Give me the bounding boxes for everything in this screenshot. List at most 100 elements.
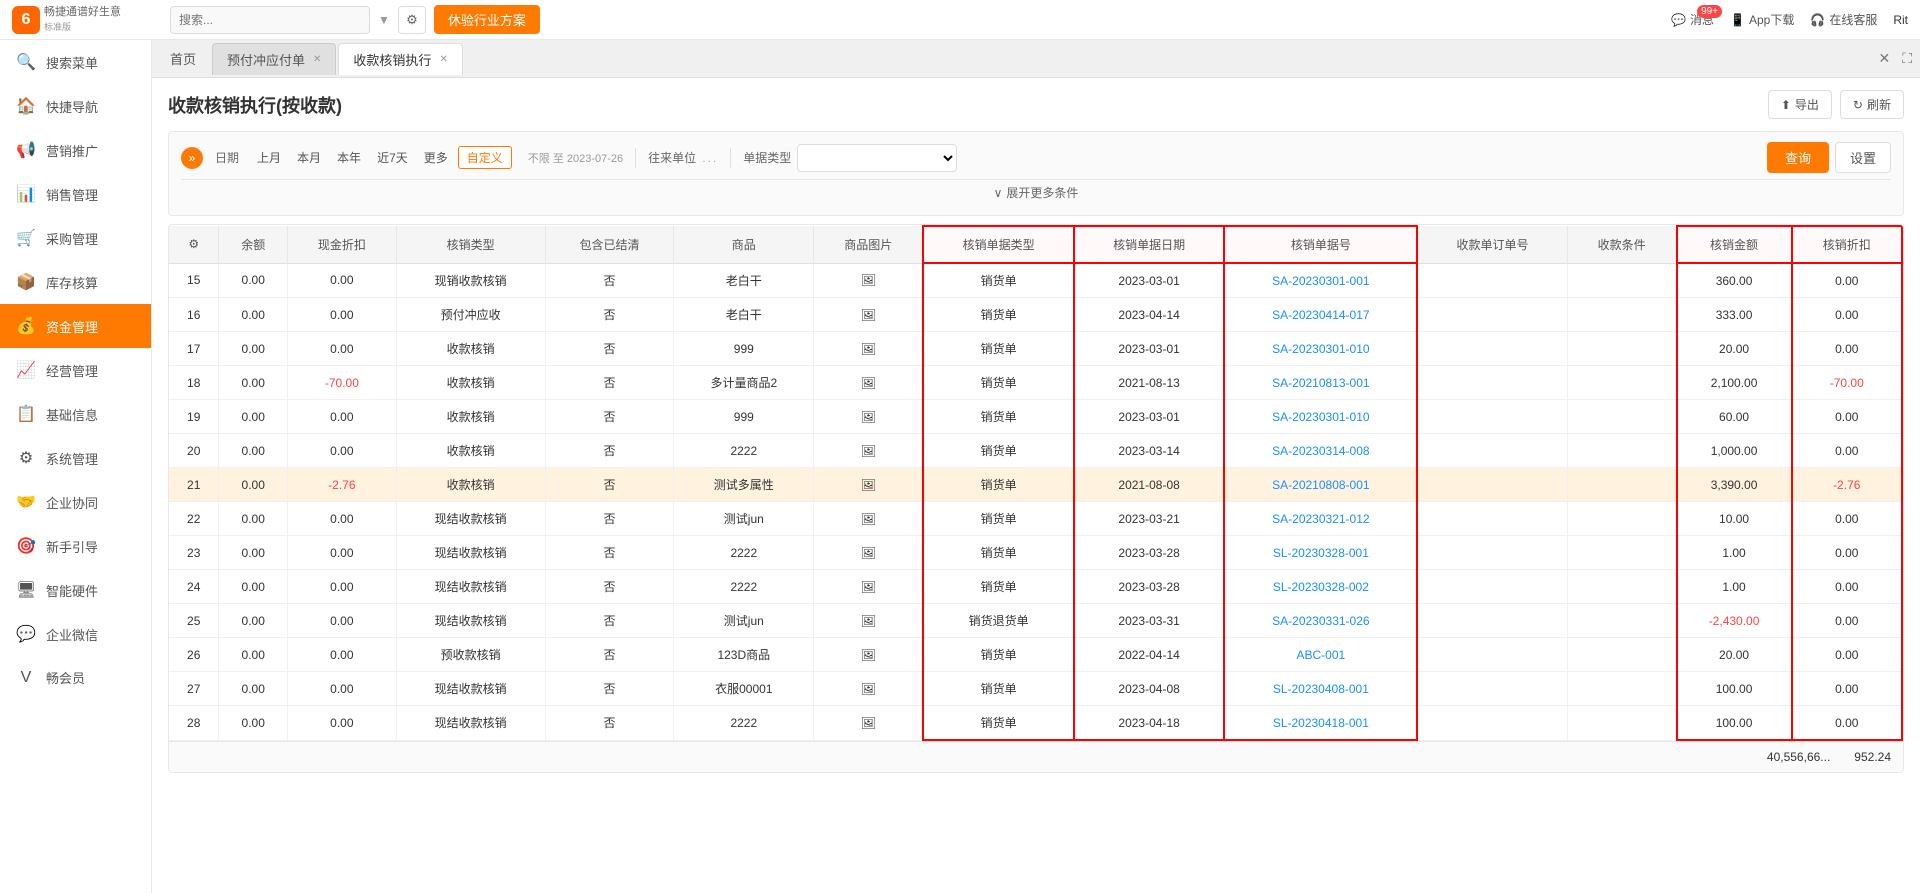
th-verify-discount: 核销折扣 (1792, 226, 1903, 263)
td-receipt-order-no (1417, 468, 1567, 502)
td-cash-discount: 0.00 (288, 263, 397, 298)
settings-gear-btn[interactable]: ⚙ (398, 6, 426, 34)
page-header: 收款核销执行(按收款) ⬆ 导出 ↻ 刷新 (168, 90, 1904, 119)
date-filter-label: 日期 (215, 149, 239, 166)
sidebar-item-guide[interactable]: 🎯 新手引导 (0, 524, 151, 568)
td-no: 26 (169, 638, 219, 672)
td-cash-discount: 0.00 (288, 570, 397, 604)
tab-prepay-close[interactable]: ✕ (313, 54, 321, 65)
td-verify-amount: 10.00 (1677, 502, 1792, 536)
td-verify-bill-no[interactable]: SL-20230328-001 (1224, 536, 1417, 570)
td-verify-bill-no[interactable]: SA-20230301-010 (1224, 400, 1417, 434)
td-verify-type: 现结收款核销 (396, 570, 545, 604)
td-receipt-condition (1567, 536, 1677, 570)
td-verify-bill-no[interactable]: SA-20210808-001 (1224, 468, 1417, 502)
th-settings[interactable]: ⚙ (169, 226, 219, 263)
td-product: 999 (674, 332, 814, 366)
td-verify-type: 现销收款核销 (396, 263, 545, 298)
sidebar-item-shortcut[interactable]: 🏠 快捷导航 (0, 84, 151, 128)
date-last-month[interactable]: 上月 (251, 147, 287, 168)
sidebar-item-hardware[interactable]: 🖥 智能硬件 (0, 568, 151, 612)
td-receipt-condition (1567, 570, 1677, 604)
td-product-img: 🖼 (814, 468, 924, 502)
notifications-btn[interactable]: 💬 消息 99+ (1671, 11, 1714, 28)
td-verify-bill-no[interactable]: SA-20210813-001 (1224, 366, 1417, 400)
query-btn[interactable]: 查询 (1767, 142, 1829, 173)
sidebar-item-system[interactable]: ⚙ 系统管理 (0, 436, 151, 480)
th-product-img: 商品图片 (814, 226, 924, 263)
td-product: 2222 (674, 434, 814, 468)
user-name[interactable]: Rit (1893, 13, 1908, 27)
sidebar-item-finance[interactable]: 💰 资金管理 (0, 304, 151, 348)
filter-expand-arrow[interactable]: » (181, 147, 203, 169)
sidebar-item-basic[interactable]: 📋 基础信息 (0, 392, 151, 436)
table-row: 210.00-2.76收款核销否测试多属性🖼销货单2021-08-08SA-20… (169, 468, 1902, 502)
sidebar-item-wechat[interactable]: 💬 企业微信 (0, 612, 151, 656)
sidebar-item-cooperation[interactable]: 🤝 企业协同 (0, 480, 151, 524)
td-product-img: 🖼 (814, 298, 924, 332)
date-7days[interactable]: 近7天 (371, 147, 414, 168)
date-range-text: 不限 至 2023-07-26 (528, 150, 623, 166)
td-verify-bill-no[interactable]: SL-20230328-002 (1224, 570, 1417, 604)
top-search-input[interactable] (170, 6, 370, 34)
td-no: 18 (169, 366, 219, 400)
th-cash-discount: 现金折扣 (288, 226, 397, 263)
tab-close-all-icon[interactable]: ✕ (1874, 46, 1894, 71)
tab-fullscreen-icon[interactable]: ⛶ (1898, 46, 1916, 71)
td-cash-discount: 0.00 (288, 400, 397, 434)
purchase-icon: 🛒 (16, 228, 36, 248)
member-icon: V (16, 669, 36, 687)
refresh-btn[interactable]: ↻ 刷新 (1840, 90, 1904, 119)
td-no: 15 (169, 263, 219, 298)
tab-home[interactable]: 首页 (156, 43, 210, 75)
industry-btn[interactable]: 休验行业方案 (434, 5, 540, 34)
date-this-year[interactable]: 本年 (331, 147, 367, 168)
unit-input-placeholder[interactable]: ... (702, 151, 718, 165)
sidebar-item-purchase[interactable]: 🛒 采购管理 (0, 216, 151, 260)
td-verify-bill-no[interactable]: SA-20230301-010 (1224, 332, 1417, 366)
td-verify-type: 现结收款核销 (396, 706, 545, 741)
filter-settings-btn[interactable]: 设置 (1835, 142, 1891, 173)
search-chevron-icon[interactable]: ▼ (378, 13, 390, 27)
td-verify-bill-no[interactable]: SA-20230321-012 (1224, 502, 1417, 536)
expand-more-btn[interactable]: ∨ 展开更多条件 (181, 179, 1891, 205)
td-receipt-condition (1567, 502, 1677, 536)
td-include-settled: 否 (545, 672, 674, 706)
service-icon: 🎧 (1810, 13, 1825, 27)
td-verify-bill-no[interactable]: SA-20230331-026 (1224, 604, 1417, 638)
voucher-type-select[interactable] (797, 144, 957, 172)
td-verify-bill-no[interactable]: SL-20230418-001 (1224, 706, 1417, 741)
td-verify-discount: 0.00 (1792, 332, 1903, 366)
td-no: 27 (169, 672, 219, 706)
td-verify-bill-no[interactable]: SA-20230314-008 (1224, 434, 1417, 468)
date-more[interactable]: 更多 (418, 147, 454, 168)
tab-receipt-close[interactable]: ✕ (439, 54, 447, 65)
sidebar-item-inventory[interactable]: 📦 库存核算 (0, 260, 151, 304)
sidebar-label-system: 系统管理 (46, 449, 98, 468)
date-this-month[interactable]: 本月 (291, 147, 327, 168)
tab-prepay[interactable]: 预付冲应付单 ✕ (212, 43, 336, 75)
sidebar-item-sales[interactable]: 📊 销售管理 (0, 172, 151, 216)
td-verify-bill-no[interactable]: SL-20230408-001 (1224, 672, 1417, 706)
td-verify-bill-no[interactable]: ABC-001 (1224, 638, 1417, 672)
td-verify-discount: 0.00 (1792, 502, 1903, 536)
date-custom[interactable]: 自定义 (458, 146, 512, 169)
online-service-btn[interactable]: 🎧 在线客服 (1810, 11, 1877, 28)
tab-receipt[interactable]: 收款核销执行 ✕ (338, 43, 462, 75)
td-verify-bill-no[interactable]: SA-20230414-017 (1224, 298, 1417, 332)
td-product-img: 🖼 (814, 638, 924, 672)
td-product-img: 🖼 (814, 263, 924, 298)
td-cash-discount: -2.76 (288, 468, 397, 502)
td-verify-bill-no[interactable]: SA-20230301-001 (1224, 263, 1417, 298)
td-balance: 0.00 (219, 366, 288, 400)
td-receipt-order-no (1417, 570, 1567, 604)
export-btn[interactable]: ⬆ 导出 (1768, 90, 1832, 119)
td-verify-discount: 0.00 (1792, 536, 1903, 570)
td-no: 21 (169, 468, 219, 502)
sidebar-item-operation[interactable]: 📈 经营管理 (0, 348, 151, 392)
sidebar-item-search[interactable]: 🔍 搜索菜单 (0, 40, 151, 84)
app-download-btn[interactable]: 📱 App下载 (1730, 11, 1794, 28)
sidebar-item-member[interactable]: V 畅会员 (0, 656, 151, 699)
sidebar-item-marketing[interactable]: 📢 营销推广 (0, 128, 151, 172)
td-no: 17 (169, 332, 219, 366)
